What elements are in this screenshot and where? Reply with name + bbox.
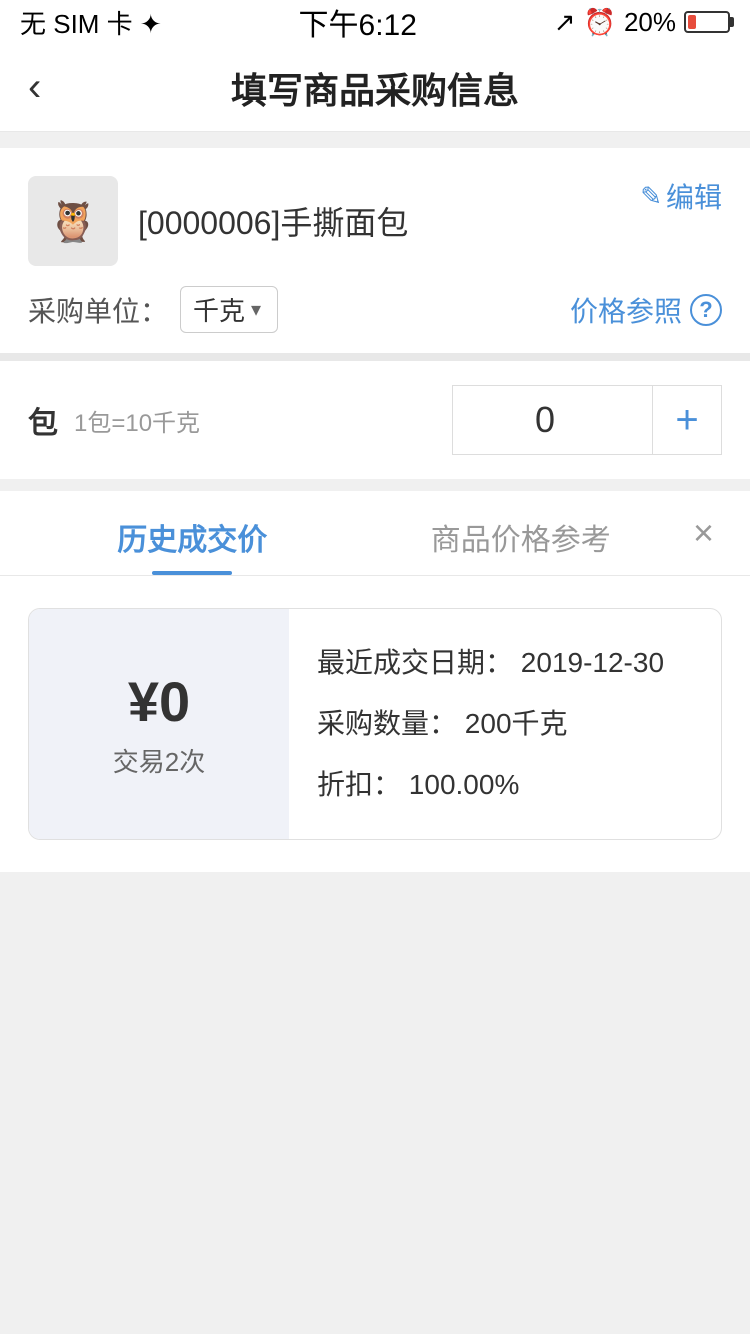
edit-icon: ✎ [640,181,662,212]
edit-label: 编辑 [666,176,722,216]
history-price-value: ¥0 [128,669,190,734]
quantity-right: + [452,385,722,455]
header: ‹ 填写商品采购信息 [0,44,750,132]
card-content: ¥0 交易2次 最近成交日期： 2019-12-30 采购数量： 200千克 折… [0,576,750,872]
price-ref-label: 价格参照 [570,290,682,330]
back-button[interactable]: ‹ [28,65,41,110]
unit-equiv: 1包=10千克 [74,403,200,438]
sim-label: 无 SIM 卡 ✦ [20,4,162,41]
unit-select[interactable]: 千克 ▾ [180,286,278,333]
help-icon: ? [690,294,722,326]
recent-date-label: 最近成交日期： [317,647,513,678]
discount-row: 折扣： 100.00% [317,763,693,808]
status-right: ↗ ⏰ 20% [554,7,730,38]
alarm-icon: ⏰ [584,7,616,38]
quantity-input[interactable] [452,385,652,455]
product-card: 🦉 [0000006]手撕面包 ✎ 编辑 采购单位： 千克 ▾ 价格参照 ? [0,148,750,353]
product-thumbnail: 🦉 [28,176,118,266]
qty-value: 200千克 [465,708,568,739]
edit-button[interactable]: ✎ 编辑 [640,176,722,216]
tab-product-price-ref[interactable]: 商品价格参考 [356,491,684,575]
product-name: [0000006]手撕面包 [138,198,408,244]
divider [0,353,750,361]
tabs: 历史成交价 商品价格参考 × [0,491,750,576]
unit-value: 千克 [193,291,245,328]
qty-row: 采购数量： 200千克 [317,702,693,747]
price-ref-button[interactable]: 价格参照 ? [570,290,722,330]
discount-value: 100.00% [409,769,520,800]
unit-badge: 包 [28,398,58,442]
quantity-left: 包 1包=10千克 [28,398,200,442]
quantity-plus-button[interactable]: + [652,385,722,455]
location-icon: ↗ [554,7,576,38]
product-bottom: 采购单位： 千克 ▾ 价格参照 ? [28,286,722,333]
battery-icon [684,11,730,33]
tab-history-price[interactable]: 历史成交价 [28,491,356,575]
battery-pct: 20% [624,7,676,38]
recent-date-row: 最近成交日期： 2019-12-30 [317,641,693,686]
page-title: 填写商品采购信息 [231,62,519,114]
history-trades-count: 交易2次 [113,742,205,779]
history-card: ¥0 交易2次 最近成交日期： 2019-12-30 采购数量： 200千克 折… [28,608,722,840]
tab-close-button[interactable]: × [685,504,722,562]
status-left: 无 SIM 卡 ✦ [20,4,162,41]
quantity-row: 包 1包=10千克 + [0,361,750,479]
unit-label: 采购单位： [28,290,168,330]
unit-row: 采购单位： 千克 ▾ [28,286,278,333]
product-image-icon: 🦉 [48,198,98,245]
product-left: 🦉 [0000006]手撕面包 [28,176,408,266]
history-details: 最近成交日期： 2019-12-30 采购数量： 200千克 折扣： 100.0… [289,609,721,839]
product-top: 🦉 [0000006]手撕面包 ✎ 编辑 [28,176,722,266]
recent-date-value: 2019-12-30 [521,647,664,678]
qty-label: 采购数量： [317,708,457,739]
history-price-area: ¥0 交易2次 [29,609,289,839]
tab-section: 历史成交价 商品价格参考 × ¥0 交易2次 最近成交日期： 2019-12-3… [0,491,750,872]
discount-label: 折扣： [317,769,401,800]
chevron-down-icon: ▾ [251,297,261,322]
status-time: 下午6:12 [299,0,417,44]
status-bar: 无 SIM 卡 ✦ 下午6:12 ↗ ⏰ 20% [0,0,750,44]
